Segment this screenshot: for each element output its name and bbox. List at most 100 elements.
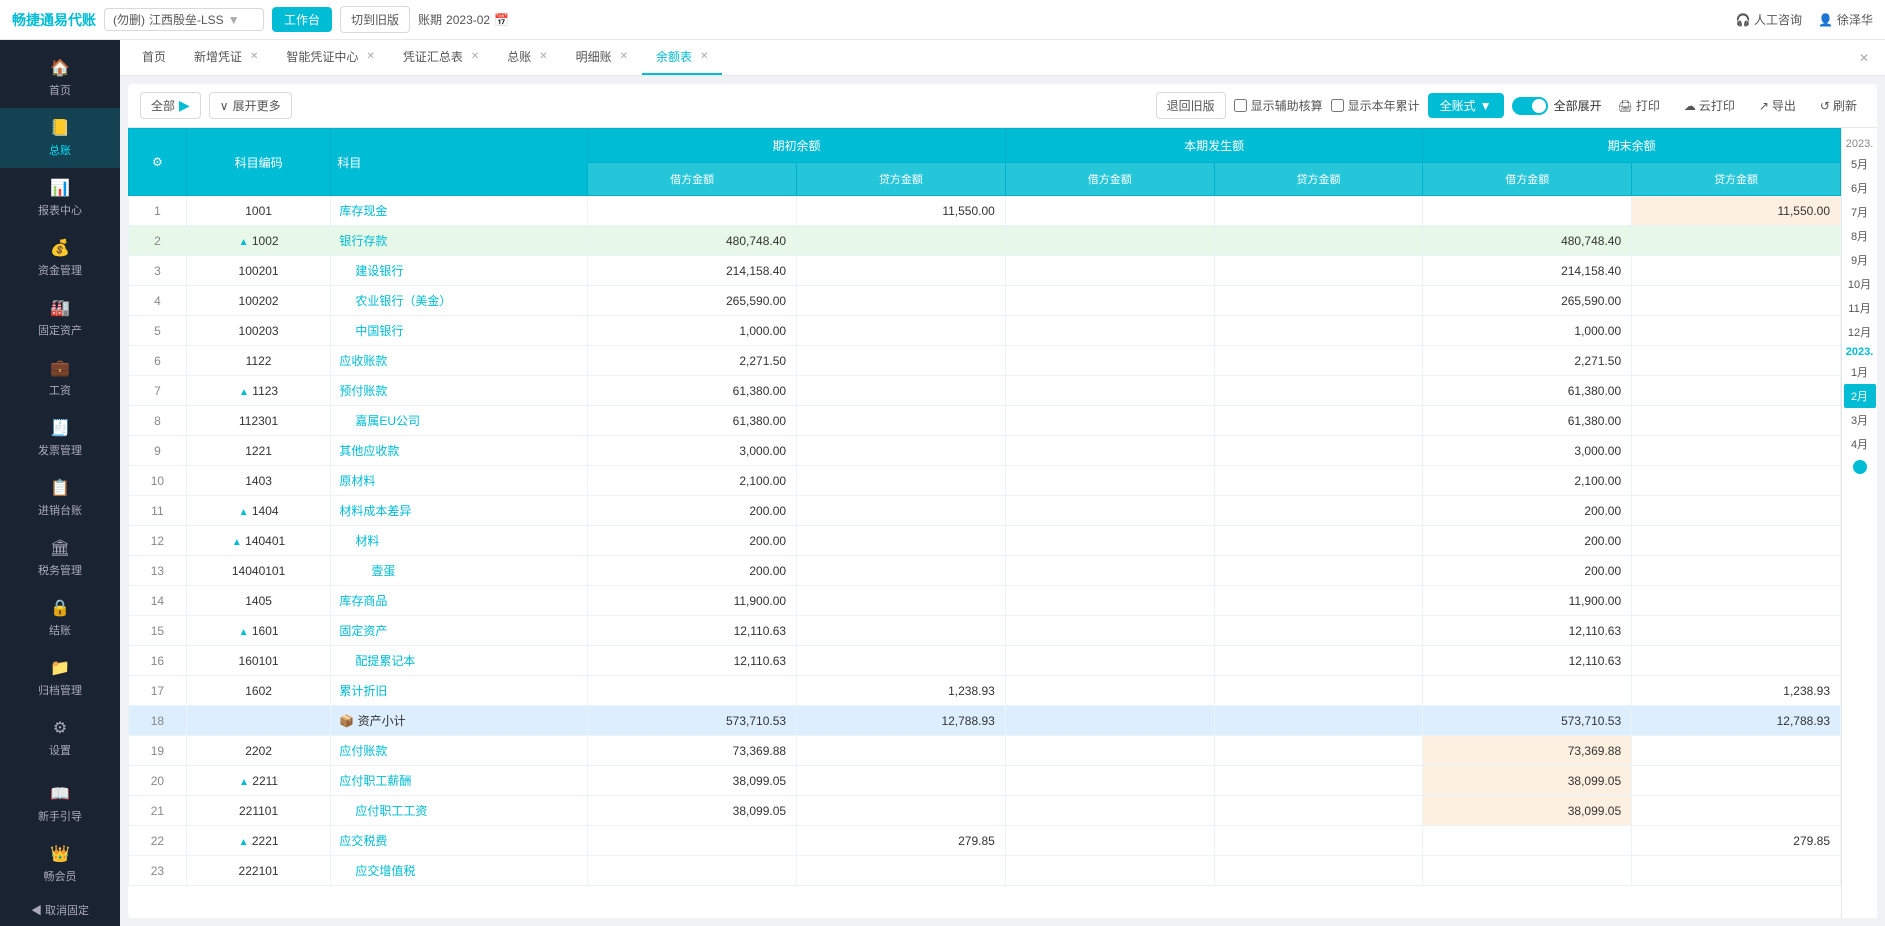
sidebar-item-purchase[interactable]: 📋 进销台账 bbox=[0, 468, 120, 528]
th-settings[interactable]: ⚙ bbox=[129, 129, 187, 196]
tab-new-voucher[interactable]: 新增凭证 ✕ bbox=[180, 40, 272, 75]
month-3[interactable]: 3月 bbox=[1844, 408, 1876, 432]
month-4[interactable]: 4月 bbox=[1844, 432, 1876, 456]
sidebar-item-guide[interactable]: 📖 新手引导 bbox=[0, 774, 120, 834]
row-name[interactable]: 累计折旧 bbox=[331, 676, 588, 706]
row-name[interactable]: 壹蛋 bbox=[331, 556, 588, 586]
tab-general-ledger-label: 总账 bbox=[507, 48, 531, 65]
table-and-panel: ⚙ 科目编码 科目 期初余额 本期发生额 期末余额 借方金额 贷方金额 借方金额 bbox=[128, 128, 1877, 918]
sidebar-item-home[interactable]: 🏠 首页 bbox=[0, 48, 120, 108]
month-10[interactable]: 10月 bbox=[1844, 272, 1876, 296]
row-name[interactable]: 库存商品 bbox=[331, 586, 588, 616]
month-11[interactable]: 11月 bbox=[1844, 296, 1876, 320]
user-info[interactable]: 👤 徐泽华 bbox=[1818, 11, 1873, 28]
amount-cell: 2,271.50 bbox=[1423, 346, 1632, 376]
tab-voucher-summary-close[interactable]: ✕ bbox=[471, 51, 479, 62]
assets-icon: 🏭 bbox=[50, 298, 70, 318]
filter-all-button[interactable]: 全部 ▶ bbox=[140, 92, 201, 119]
sidebar-item-archive[interactable]: 📁 归档管理 bbox=[0, 648, 120, 708]
row-name[interactable]: 其他应收款 bbox=[331, 436, 588, 466]
print-button[interactable]: 🖨 打印 bbox=[1610, 93, 1668, 118]
month-8[interactable]: 8月 bbox=[1844, 224, 1876, 248]
sidebar-item-tax[interactable]: 🏛 税务管理 bbox=[0, 528, 120, 588]
row-name[interactable]: 嘉属EU公司 bbox=[331, 406, 588, 436]
tab-new-voucher-close[interactable]: ✕ bbox=[250, 51, 258, 62]
chk-auxiliary-label[interactable]: 显示辅助核算 bbox=[1234, 97, 1323, 114]
row-name[interactable]: 配提累记本 bbox=[331, 646, 588, 676]
sidebar: 🏠 首页 📒 总账 📊 报表中心 💰 资金管理 🏭 固定资产 💼 工资 🧾 发票… bbox=[0, 40, 120, 926]
amount-cell: 12,110.63 bbox=[1423, 616, 1632, 646]
sidebar-item-ledger[interactable]: 📒 总账 bbox=[0, 108, 120, 168]
period-calendar-icon[interactable]: 📅 bbox=[494, 13, 509, 27]
amount-cell bbox=[1005, 616, 1214, 646]
tab-smart-center-close[interactable]: ✕ bbox=[366, 51, 374, 62]
chk-annual[interactable] bbox=[1331, 99, 1344, 112]
row-name[interactable]: 原材料 bbox=[331, 466, 588, 496]
cloud-print-button[interactable]: ☁ 云打印 bbox=[1676, 93, 1743, 118]
export-button[interactable]: ↗ 导出 bbox=[1751, 93, 1804, 118]
month-2[interactable]: 2月 bbox=[1844, 384, 1876, 408]
amount-cell bbox=[1214, 706, 1423, 736]
sidebar-item-close[interactable]: 🔒 结账 bbox=[0, 588, 120, 648]
sidebar-item-salary[interactable]: 💼 工资 bbox=[0, 348, 120, 408]
row-no: 21 bbox=[129, 796, 187, 826]
month-5[interactable]: 5月 bbox=[1844, 152, 1876, 176]
row-name[interactable]: 应付账款 bbox=[331, 736, 588, 766]
month-12[interactable]: 12月 bbox=[1844, 320, 1876, 344]
row-name[interactable]: 📦 资产小计 bbox=[331, 706, 588, 736]
tab-voucher-summary[interactable]: 凭证汇总表 ✕ bbox=[389, 40, 493, 75]
close-all-tabs-icon[interactable]: ✕ bbox=[1851, 51, 1877, 65]
month-9[interactable]: 9月 bbox=[1844, 248, 1876, 272]
sidebar-item-assets[interactable]: 🏭 固定资产 bbox=[0, 288, 120, 348]
toggle-switch-control[interactable] bbox=[1512, 97, 1548, 115]
tab-balance-sheet-close[interactable]: ✕ bbox=[700, 51, 708, 62]
row-name[interactable]: 应收账款 bbox=[331, 346, 588, 376]
chk-auxiliary[interactable] bbox=[1234, 99, 1247, 112]
sidebar-item-settings[interactable]: ⚙ 设置 bbox=[0, 708, 120, 768]
amount-cell bbox=[797, 616, 1006, 646]
month-6[interactable]: 6月 bbox=[1844, 176, 1876, 200]
page-content: 全部 ▶ ∨ 展开更多 退回旧版 显示辅助核算 显示本年累计 bbox=[120, 76, 1885, 926]
service-label[interactable]: 🎧 人工咨询 bbox=[1736, 11, 1802, 28]
row-name[interactable]: 应交税费 bbox=[331, 826, 588, 856]
sidebar-item-capital[interactable]: 💰 资金管理 bbox=[0, 228, 120, 288]
row-name[interactable]: 应交增值税 bbox=[331, 856, 588, 886]
return-old-version-button[interactable]: 退回旧版 bbox=[1156, 92, 1226, 119]
tab-smart-center[interactable]: 智能凭证中心 ✕ bbox=[272, 40, 388, 75]
tab-detail-ledger-close[interactable]: ✕ bbox=[620, 51, 628, 62]
row-name[interactable]: 材料 bbox=[331, 526, 588, 556]
expand-all-toggle[interactable]: 全部展开 bbox=[1512, 97, 1602, 115]
workbench-button[interactable]: 工作台 bbox=[272, 7, 332, 32]
tab-general-ledger-close[interactable]: ✕ bbox=[539, 51, 547, 62]
expand-more-button[interactable]: ∨ 展开更多 bbox=[209, 92, 292, 119]
row-name[interactable]: 应付职工工资 bbox=[331, 796, 588, 826]
switch-version-button[interactable]: 切到旧版 bbox=[340, 6, 410, 33]
amount-cell: 38,099.05 bbox=[588, 766, 797, 796]
sidebar-item-invoice[interactable]: 🧾 发票管理 bbox=[0, 408, 120, 468]
row-name[interactable]: 建设银行 bbox=[331, 256, 588, 286]
row-name[interactable]: 材料成本差异 bbox=[331, 496, 588, 526]
tab-general-ledger[interactable]: 总账 ✕ bbox=[493, 40, 561, 75]
row-name[interactable]: 应付职工薪酬 bbox=[331, 766, 588, 796]
company-selector[interactable]: (勿删) 江西殷垒-LSS ▼ bbox=[104, 8, 264, 31]
tab-home[interactable]: 首页 bbox=[128, 40, 180, 75]
full-mode-button[interactable]: 全账式 ▼ bbox=[1428, 93, 1504, 118]
row-name[interactable]: 中国银行 bbox=[331, 316, 588, 346]
month-1[interactable]: 1月 bbox=[1844, 360, 1876, 384]
chk-annual-label[interactable]: 显示本年累计 bbox=[1331, 97, 1420, 114]
sidebar-item-report[interactable]: 📊 报表中心 bbox=[0, 168, 120, 228]
tab-detail-ledger[interactable]: 明细账 ✕ bbox=[562, 40, 642, 75]
amount-cell bbox=[1005, 436, 1214, 466]
sidebar-pin-toggle[interactable]: ◀ 取消固定 bbox=[0, 894, 120, 926]
row-name[interactable]: 库存现金 bbox=[331, 196, 588, 226]
row-name[interactable]: 银行存款 bbox=[331, 226, 588, 256]
sidebar-item-member[interactable]: 👑 畅会员 bbox=[0, 834, 120, 894]
refresh-button[interactable]: ↺ 刷新 bbox=[1812, 93, 1865, 118]
main-layout: 🏠 首页 📒 总账 📊 报表中心 💰 资金管理 🏭 固定资产 💼 工资 🧾 发票… bbox=[0, 40, 1885, 926]
row-name[interactable]: 固定资产 bbox=[331, 616, 588, 646]
tab-balance-sheet[interactable]: 余额表 ✕ bbox=[642, 40, 722, 75]
row-name[interactable]: 农业银行（美金） bbox=[331, 286, 588, 316]
row-name[interactable]: 预付账款 bbox=[331, 376, 588, 406]
amount-cell bbox=[1632, 856, 1841, 886]
month-7[interactable]: 7月 bbox=[1844, 200, 1876, 224]
